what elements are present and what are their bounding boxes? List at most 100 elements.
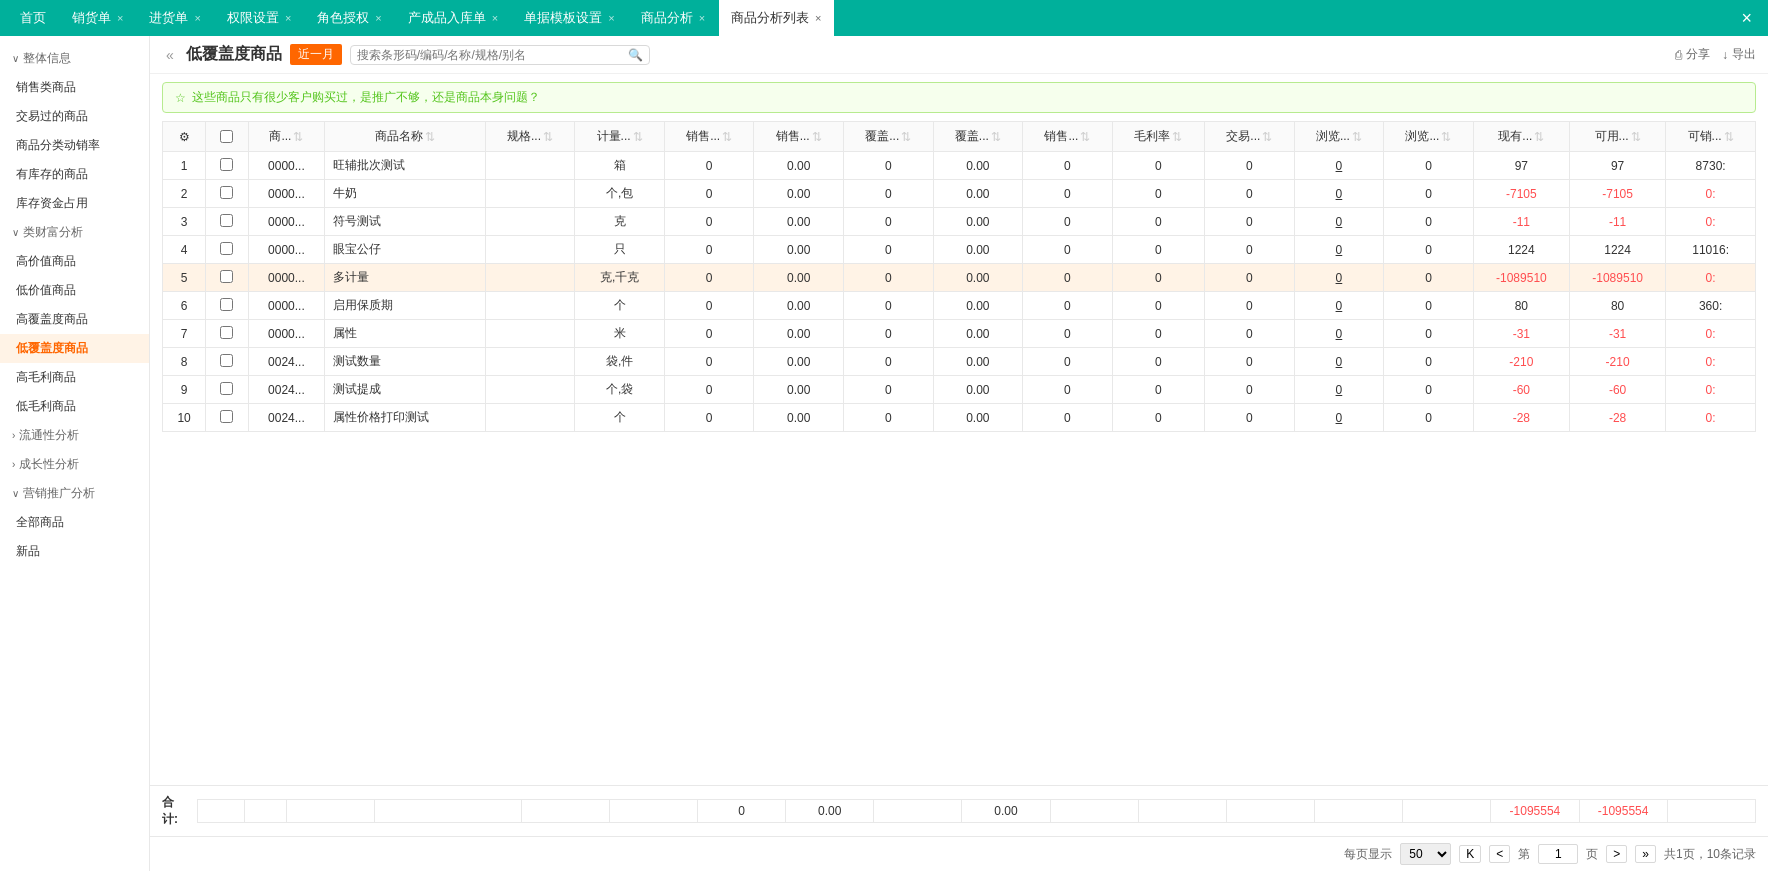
sidebar-item-low-value[interactable]: 低价值商品 xyxy=(0,276,149,305)
row-browse1[interactable]: 0 xyxy=(1294,180,1384,208)
sidebar-item-stock-goods[interactable]: 有库存的商品 xyxy=(0,160,149,189)
row-checkbox[interactable] xyxy=(206,264,249,292)
sidebar-item-high-coverage[interactable]: 高覆盖度商品 xyxy=(0,305,149,334)
col-coverage2[interactable]: 覆盖... ⇅ xyxy=(933,122,1023,152)
close-icon[interactable]: × xyxy=(194,12,200,24)
share-button[interactable]: ⎙ 分享 xyxy=(1675,46,1710,63)
nav-tab-template[interactable]: 单据模板设置 × xyxy=(512,0,626,36)
row-browse1[interactable]: 0 xyxy=(1294,152,1384,180)
row-name: 测试提成 xyxy=(325,376,486,404)
row-num: 2 xyxy=(163,180,206,208)
sidebar-group-growth[interactable]: › 成长性分析 xyxy=(0,450,149,479)
col-trade[interactable]: 交易... ⇅ xyxy=(1205,122,1295,152)
sidebar-item-category-rate[interactable]: 商品分类动销率 xyxy=(0,131,149,160)
col-sales-qty[interactable]: 销售... ⇅ xyxy=(664,122,754,152)
row-gross-rate: 0 xyxy=(1112,152,1204,180)
row-browse2: 0 xyxy=(1384,348,1474,376)
last-page-button[interactable]: » xyxy=(1635,845,1656,863)
col-available[interactable]: 可用... ⇅ xyxy=(1570,122,1666,152)
close-icon[interactable]: × xyxy=(815,12,821,24)
close-icon[interactable]: × xyxy=(699,12,705,24)
row-code: 0000... xyxy=(248,292,324,320)
col-unit[interactable]: 计量... ⇅ xyxy=(575,122,665,152)
row-browse1[interactable]: 0 xyxy=(1294,376,1384,404)
search-icon[interactable]: 🔍 xyxy=(628,48,643,62)
export-button[interactable]: ↓ 导出 xyxy=(1722,46,1756,63)
col-coverage1[interactable]: 覆盖... ⇅ xyxy=(843,122,933,152)
close-icon[interactable]: × xyxy=(608,12,614,24)
row-checkbox[interactable] xyxy=(206,180,249,208)
row-browse1[interactable]: 0 xyxy=(1294,320,1384,348)
sidebar-item-new-goods[interactable]: 新品 xyxy=(0,537,149,566)
row-checkbox[interactable] xyxy=(206,236,249,264)
sidebar-item-stock-fund[interactable]: 库存资金占用 xyxy=(0,189,149,218)
col-spec[interactable]: 规格... ⇅ xyxy=(485,122,575,152)
col-gross-rate[interactable]: 毛利率 ⇅ xyxy=(1112,122,1204,152)
sidebar-item-traded-goods[interactable]: 交易过的商品 xyxy=(0,102,149,131)
pagination-bar: 每页显示 50 20 100 K < 第 页 > » 共1页，10条记录 xyxy=(150,836,1768,871)
row-browse1[interactable]: 0 xyxy=(1294,208,1384,236)
sidebar-item-all-goods[interactable]: 全部商品 xyxy=(0,508,149,537)
col-sellable[interactable]: 可销... ⇅ xyxy=(1666,122,1756,152)
nav-tab-analysis-list[interactable]: 商品分析列表 × xyxy=(719,0,833,36)
close-icon[interactable]: × xyxy=(117,12,123,24)
close-icon[interactable]: × xyxy=(285,12,291,24)
sidebar-group-wealth[interactable]: ∨ 类财富分析 xyxy=(0,218,149,247)
col-sales-days[interactable]: 销售... ⇅ xyxy=(1023,122,1113,152)
col-current[interactable]: 现有... ⇅ xyxy=(1473,122,1569,152)
row-browse1[interactable]: 0 xyxy=(1294,264,1384,292)
col-settings[interactable]: ⚙ xyxy=(163,122,206,152)
prev-page-button[interactable]: < xyxy=(1489,845,1510,863)
row-checkbox[interactable] xyxy=(206,404,249,432)
col-sales-amt[interactable]: 销售... ⇅ xyxy=(754,122,844,152)
row-sellable: 0: xyxy=(1666,348,1756,376)
nav-tab-sales[interactable]: 销货单 × xyxy=(60,0,135,36)
sidebar-item-low-margin[interactable]: 低毛利商品 xyxy=(0,392,149,421)
row-spec xyxy=(485,152,575,180)
sidebar-group-marketing[interactable]: ∨ 营销推广分析 xyxy=(0,479,149,508)
nav-tab-roles[interactable]: 角色授权 × xyxy=(305,0,393,36)
current-page-input[interactable] xyxy=(1538,844,1578,864)
select-all-checkbox[interactable] xyxy=(220,130,233,143)
col-code[interactable]: 商... ⇅ xyxy=(248,122,324,152)
sidebar-collapse-button[interactable]: « xyxy=(162,45,178,65)
sidebar-group-overall[interactable]: ∨ 整体信息 xyxy=(0,44,149,73)
sidebar-item-high-value[interactable]: 高价值商品 xyxy=(0,247,149,276)
row-checkbox[interactable] xyxy=(206,208,249,236)
row-browse2: 0 xyxy=(1384,320,1474,348)
col-name[interactable]: 商品名称 ⇅ xyxy=(325,122,486,152)
sidebar-item-high-margin[interactable]: 高毛利商品 xyxy=(0,363,149,392)
row-browse1[interactable]: 0 xyxy=(1294,348,1384,376)
sidebar-item-sales-goods[interactable]: 销售类商品 xyxy=(0,73,149,102)
col-checkbox[interactable] xyxy=(206,122,249,152)
sidebar-item-low-coverage[interactable]: 低覆盖度商品 xyxy=(0,334,149,363)
row-checkbox[interactable] xyxy=(206,152,249,180)
row-current: 97 xyxy=(1473,152,1569,180)
col-browse1[interactable]: 浏览... ⇅ xyxy=(1294,122,1384,152)
export-icon: ↓ xyxy=(1722,48,1728,62)
date-filter-button[interactable]: 近一月 xyxy=(290,44,342,65)
window-close-button[interactable]: × xyxy=(1733,8,1760,29)
row-checkbox[interactable] xyxy=(206,376,249,404)
close-icon[interactable]: × xyxy=(492,12,498,24)
row-browse1[interactable]: 0 xyxy=(1294,236,1384,264)
next-page-button[interactable]: > xyxy=(1606,845,1627,863)
row-checkbox[interactable] xyxy=(206,320,249,348)
nav-tab-permissions[interactable]: 权限设置 × xyxy=(215,0,303,36)
sidebar-group-liquidity[interactable]: › 流通性分析 xyxy=(0,421,149,450)
col-browse2[interactable]: 浏览... ⇅ xyxy=(1384,122,1474,152)
table-row: 3 0000... 符号测试 克 0 0.00 0 0.00 0 0 0 0 0… xyxy=(163,208,1756,236)
row-checkbox[interactable] xyxy=(206,348,249,376)
row-checkbox[interactable] xyxy=(206,292,249,320)
first-page-button[interactable]: K xyxy=(1459,845,1481,863)
nav-tab-purchase[interactable]: 进货单 × xyxy=(137,0,212,36)
row-browse1[interactable]: 0 xyxy=(1294,292,1384,320)
per-page-select[interactable]: 50 20 100 xyxy=(1400,843,1451,865)
row-browse1[interactable]: 0 xyxy=(1294,404,1384,432)
nav-tab-home[interactable]: 首页 xyxy=(8,0,58,36)
nav-tab-analysis[interactable]: 商品分析 × xyxy=(629,0,717,36)
row-sellable: 0: xyxy=(1666,208,1756,236)
search-input[interactable] xyxy=(357,48,624,62)
close-icon[interactable]: × xyxy=(375,12,381,24)
nav-tab-products[interactable]: 产成品入库单 × xyxy=(396,0,510,36)
